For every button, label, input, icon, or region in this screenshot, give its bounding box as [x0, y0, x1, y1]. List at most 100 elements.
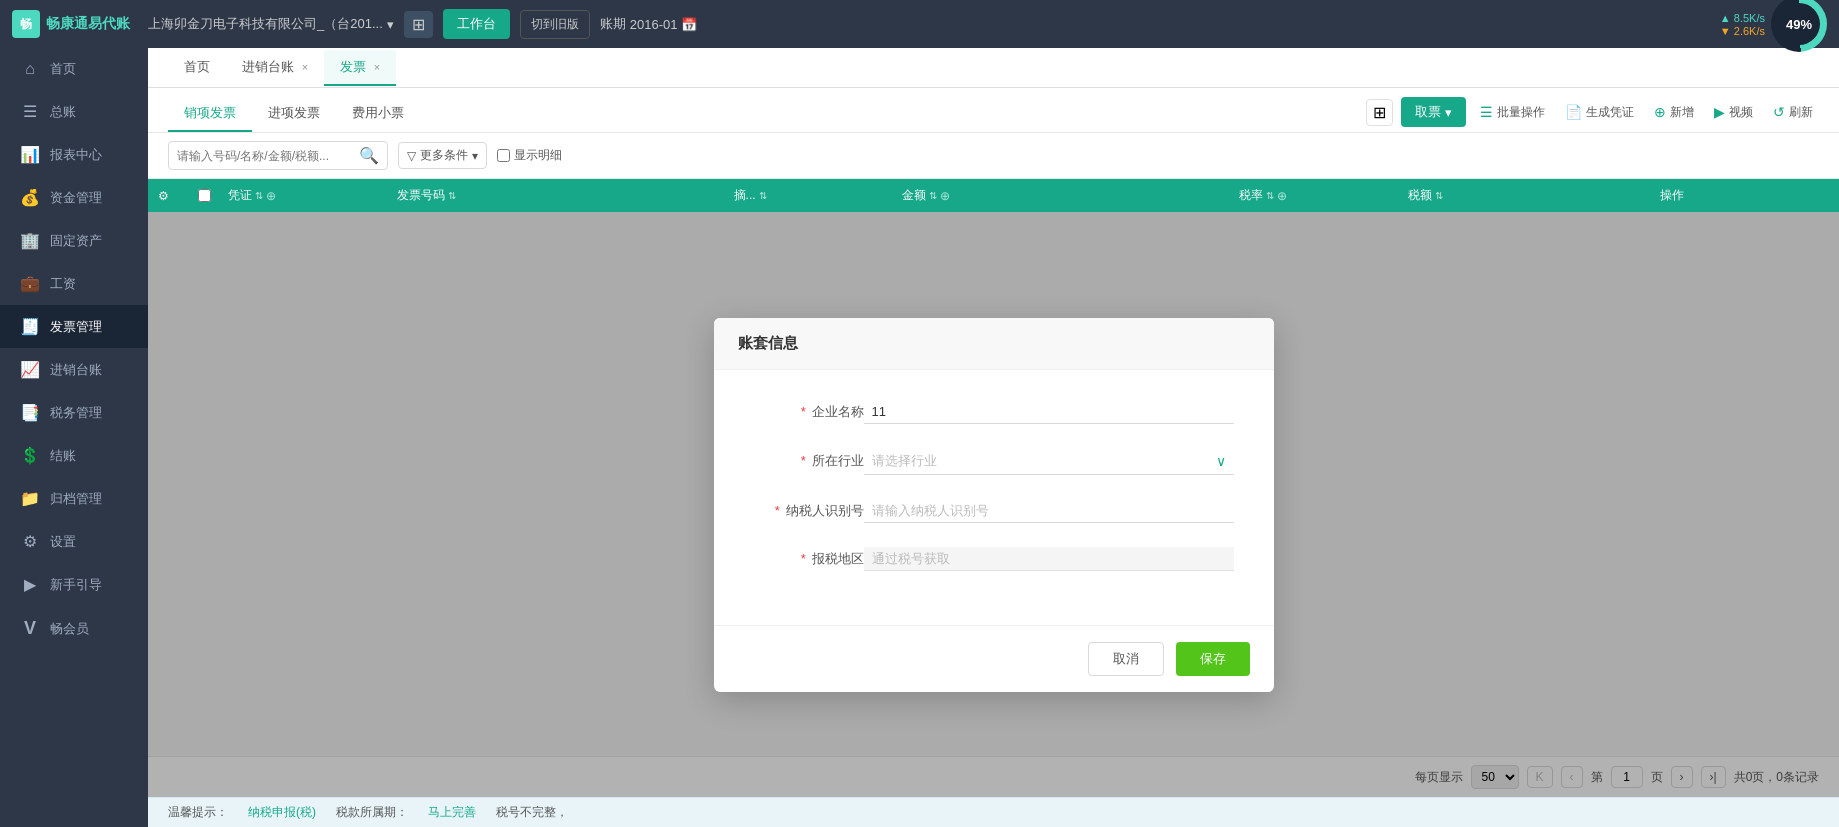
speed-indicator: 49% [1771, 0, 1827, 52]
video-icon: ▶ [1714, 104, 1725, 120]
show-detail-check[interactable] [497, 149, 510, 162]
sub-tab-purchase-invoice[interactable]: 进项发票 [252, 96, 336, 132]
sidebar-item-sales[interactable]: 📈 进销台账 [0, 348, 148, 391]
sidebar-label-sales: 进销台账 [50, 361, 102, 379]
app-name: 畅康通易代账 [46, 15, 130, 33]
th-settings[interactable]: ⚙ [158, 189, 198, 203]
th-voucher[interactable]: 凭证 ⇅ ⊕ [228, 187, 397, 204]
sidebar-label-assets: 固定资产 [50, 232, 102, 250]
th-tax-rate[interactable]: 税率 ⇅ ⊕ [1239, 187, 1408, 204]
period-selector[interactable]: 账期 2016-01 📅 [600, 15, 698, 33]
filter-icon: ▽ [407, 149, 416, 163]
search-toolbar: 🔍 ▽ 更多条件 ▾ 显示明细 [148, 133, 1839, 179]
sidebar-label-funds: 资金管理 [50, 189, 102, 207]
sub-tab-expense-ticket[interactable]: 费用小票 [336, 96, 420, 132]
search-input[interactable] [177, 149, 353, 163]
refresh-icon: ↺ [1773, 104, 1785, 120]
tab-close-invoice[interactable]: × [374, 61, 380, 73]
th-amount[interactable]: 金额 ⇅ ⊕ [902, 187, 1239, 204]
sidebar-item-guide[interactable]: ▶ 新手引导 [0, 563, 148, 606]
home-icon: ⌂ [20, 60, 40, 78]
tax-region-row: * 报税地区 [754, 547, 1234, 571]
settings-icon: ⚙ [20, 532, 40, 551]
sidebar-item-ledger[interactable]: ☰ 总账 [0, 90, 148, 133]
reports-icon: 📊 [20, 145, 40, 164]
modal-header: 账套信息 [714, 318, 1274, 370]
amount-sort-icon: ⇅ [929, 190, 937, 201]
table-header: ⚙ 凭证 ⇅ ⊕ 发票号码 ⇅ 摘... ⇅ 金额 [148, 179, 1839, 212]
filter-dropdown-icon: ▾ [472, 149, 478, 163]
th-checkbox[interactable] [198, 189, 228, 202]
sales-icon: 📈 [20, 360, 40, 379]
take-invoice-button[interactable]: 取票 ▾ [1401, 97, 1466, 127]
modal-overlay: 账套信息 * 企业名称 [148, 212, 1839, 797]
company-name-input[interactable] [864, 400, 1234, 424]
detail-sort-icon: ⇅ [759, 190, 767, 201]
sidebar-label-salary: 工资 [50, 275, 76, 293]
sidebar: ⌂ 首页 ☰ 总账 📊 报表中心 💰 资金管理 🏢 固定资产 💼 工资 🧾 发票… [0, 48, 148, 827]
show-detail-checkbox[interactable]: 显示明细 [497, 147, 562, 164]
industry-select[interactable]: 请选择行业 ∨ [864, 448, 1234, 475]
logo-icon: 畅 [12, 10, 40, 38]
gen-voucher-button[interactable]: 📄 生成凭证 [1559, 100, 1640, 125]
filter-button[interactable]: ▽ 更多条件 ▾ [398, 142, 487, 169]
app-logo: 畅 畅康通易代账 [12, 10, 130, 38]
sidebar-item-funds[interactable]: 💰 资金管理 [0, 176, 148, 219]
sidebar-item-salary[interactable]: 💼 工资 [0, 262, 148, 305]
sidebar-label-guide: 新手引导 [50, 576, 102, 594]
select-all-checkbox[interactable] [198, 189, 211, 202]
company-selector[interactable]: 上海卯金刀电子科技有限公司_（台201... ▾ [148, 15, 394, 33]
sidebar-item-archive[interactable]: 📁 归档管理 [0, 477, 148, 520]
sidebar-label-reports: 报表中心 [50, 146, 102, 164]
tab-invoice[interactable]: 发票 × [324, 50, 396, 86]
scroll-area: 账套信息 * 企业名称 [148, 212, 1839, 797]
industry-label: * 所在行业 [754, 452, 864, 470]
tab-sales-ledger[interactable]: 进销台账 × [226, 50, 324, 86]
cancel-button[interactable]: 取消 [1088, 642, 1164, 676]
grid-view-btn[interactable]: ⊞ [1366, 99, 1393, 126]
sidebar-item-reports[interactable]: 📊 报表中心 [0, 133, 148, 176]
sidebar-label-settlement: 结账 [50, 447, 76, 465]
sidebar-item-assets[interactable]: 🏢 固定资产 [0, 219, 148, 262]
tax-report-link[interactable]: 纳税申报(税) [248, 804, 316, 821]
workbench-button[interactable]: 工作台 [443, 9, 510, 39]
th-action: 操作 [1660, 187, 1829, 204]
sidebar-item-vip[interactable]: V 畅会员 [0, 606, 148, 651]
sidebar-item-home[interactable]: ⌂ 首页 [0, 48, 148, 90]
speed-values: ▲ 8.5K/s ▼ 2.6K/s [1720, 12, 1765, 37]
tab-close-sales-ledger[interactable]: × [302, 61, 308, 73]
refresh-button[interactable]: ↺ 刷新 [1767, 100, 1819, 125]
tab-home[interactable]: 首页 [168, 50, 226, 86]
invoice-content: 销项发票 进项发票 费用小票 ⊞ 取票 ▾ [148, 88, 1839, 827]
voucher-sort-icon: ⇅ [255, 190, 263, 201]
modal-body: * 企业名称 * 所在行业 [714, 370, 1274, 625]
switch-old-button[interactable]: 切到旧版 [520, 10, 590, 39]
tax-rate-sort-icon: ⇅ [1266, 190, 1274, 201]
content-area: 首页 进销台账 × 发票 × 销项发票 进项发票 费用 [148, 48, 1839, 827]
sidebar-label-ledger: 总账 [50, 103, 76, 121]
th-tax[interactable]: 税额 ⇅ [1408, 187, 1661, 204]
sidebar-item-invoice[interactable]: 🧾 发票管理 [0, 305, 148, 348]
modal-footer: 取消 保存 [714, 625, 1274, 692]
download-speed: ▼ 2.6K/s [1720, 25, 1765, 37]
sub-tab-sales-invoice[interactable]: 销项发票 [168, 96, 252, 132]
add-icon: ⊕ [1654, 104, 1666, 120]
video-button[interactable]: ▶ 视频 [1708, 100, 1759, 125]
sidebar-item-tax[interactable]: 📑 税务管理 [0, 391, 148, 434]
batch-op-button[interactable]: ☰ 批量操作 [1474, 100, 1551, 125]
industry-row: * 所在行业 请选择行业 ∨ [754, 448, 1234, 475]
save-button[interactable]: 保存 [1176, 642, 1250, 676]
sidebar-item-settlement[interactable]: 💲 结账 [0, 434, 148, 477]
ledger-icon: ☰ [20, 102, 40, 121]
th-invoice-num[interactable]: 发票号码 ⇅ [397, 187, 734, 204]
tax-id-input[interactable] [864, 499, 1234, 523]
th-detail[interactable]: 摘... ⇅ [734, 187, 903, 204]
copy-button[interactable]: ⊞ [404, 11, 433, 38]
complete-link[interactable]: 马上完善 [428, 804, 476, 821]
add-button[interactable]: ⊕ 新增 [1648, 100, 1700, 125]
sidebar-label-settings: 设置 [50, 533, 76, 551]
industry-dropdown-icon: ∨ [1216, 453, 1226, 469]
sidebar-item-settings[interactable]: ⚙ 设置 [0, 520, 148, 563]
company-name-row: * 企业名称 [754, 400, 1234, 424]
search-wrap[interactable]: 🔍 [168, 141, 388, 170]
